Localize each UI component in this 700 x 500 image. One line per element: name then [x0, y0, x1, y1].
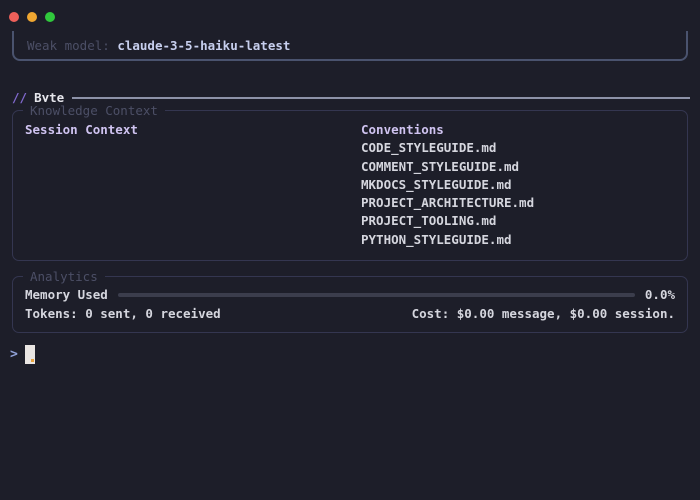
knowledge-context-body: Session Context Conventions CODE_STYLEGU…: [13, 111, 687, 260]
header-divider: [72, 96, 690, 99]
weak-model-status-box: Weak model: claude-3-5-haiku-latest: [12, 31, 688, 61]
memory-percent-value: 0.0%: [644, 287, 675, 302]
analytics-body: Memory Used 0.0% Tokens: 0 sent, 0 recei…: [13, 277, 687, 323]
convention-file-item: COMMENT_STYLEGUIDE.md: [361, 158, 520, 174]
text-cursor: [24, 345, 35, 364]
memory-progress-bar: [117, 292, 635, 297]
command-input-line[interactable]: >: [10, 345, 35, 364]
weak-model-label: Weak model:: [27, 37, 118, 53]
convention-file-item: PROJECT_TOOLING.md: [361, 213, 497, 229]
weak-model-value: claude-3-5-haiku-latest: [117, 37, 291, 53]
session-context-column: Session Context: [25, 121, 675, 139]
conventions-column: Conventions CODE_STYLEGUIDE.md COMMENT_S…: [361, 121, 534, 249]
terminal-window: Weak model: claude-3-5-haiku-latest // B…: [0, 0, 700, 500]
stats-row: Tokens: 0 sent, 0 received Cost: $0.00 m…: [25, 304, 675, 323]
memory-used-label: Memory Used: [25, 287, 108, 302]
window-controls: [9, 12, 55, 22]
maximize-button[interactable]: [45, 12, 55, 22]
conventions-heading: Conventions: [361, 122, 444, 137]
convention-file-item: MKDOCS_STYLEGUIDE.md: [361, 176, 512, 192]
minimize-button[interactable]: [27, 12, 37, 22]
tokens-counter: Tokens: 0 sent, 0 received: [25, 306, 221, 321]
close-button[interactable]: [9, 12, 19, 22]
prompt-symbol: >: [10, 347, 18, 362]
cursor-dot: [30, 359, 34, 362]
convention-file-item: PROJECT_ARCHITECTURE.md: [361, 195, 535, 211]
knowledge-context-panel: Knowledge Context Session Context Conven…: [12, 102, 688, 261]
convention-file-item: CODE_STYLEGUIDE.md: [361, 140, 497, 156]
analytics-panel: Analytics Memory Used 0.0% Tokens: 0 sen…: [12, 268, 688, 333]
memory-row: Memory Used 0.0%: [25, 285, 675, 304]
cost-summary: Cost: $0.00 message, $0.00 session.: [411, 306, 675, 321]
analytics-panel-title: Analytics: [23, 268, 105, 286]
session-context-heading: Session Context: [25, 122, 138, 137]
convention-file-item: PYTHON_STYLEGUIDE.md: [361, 231, 512, 247]
